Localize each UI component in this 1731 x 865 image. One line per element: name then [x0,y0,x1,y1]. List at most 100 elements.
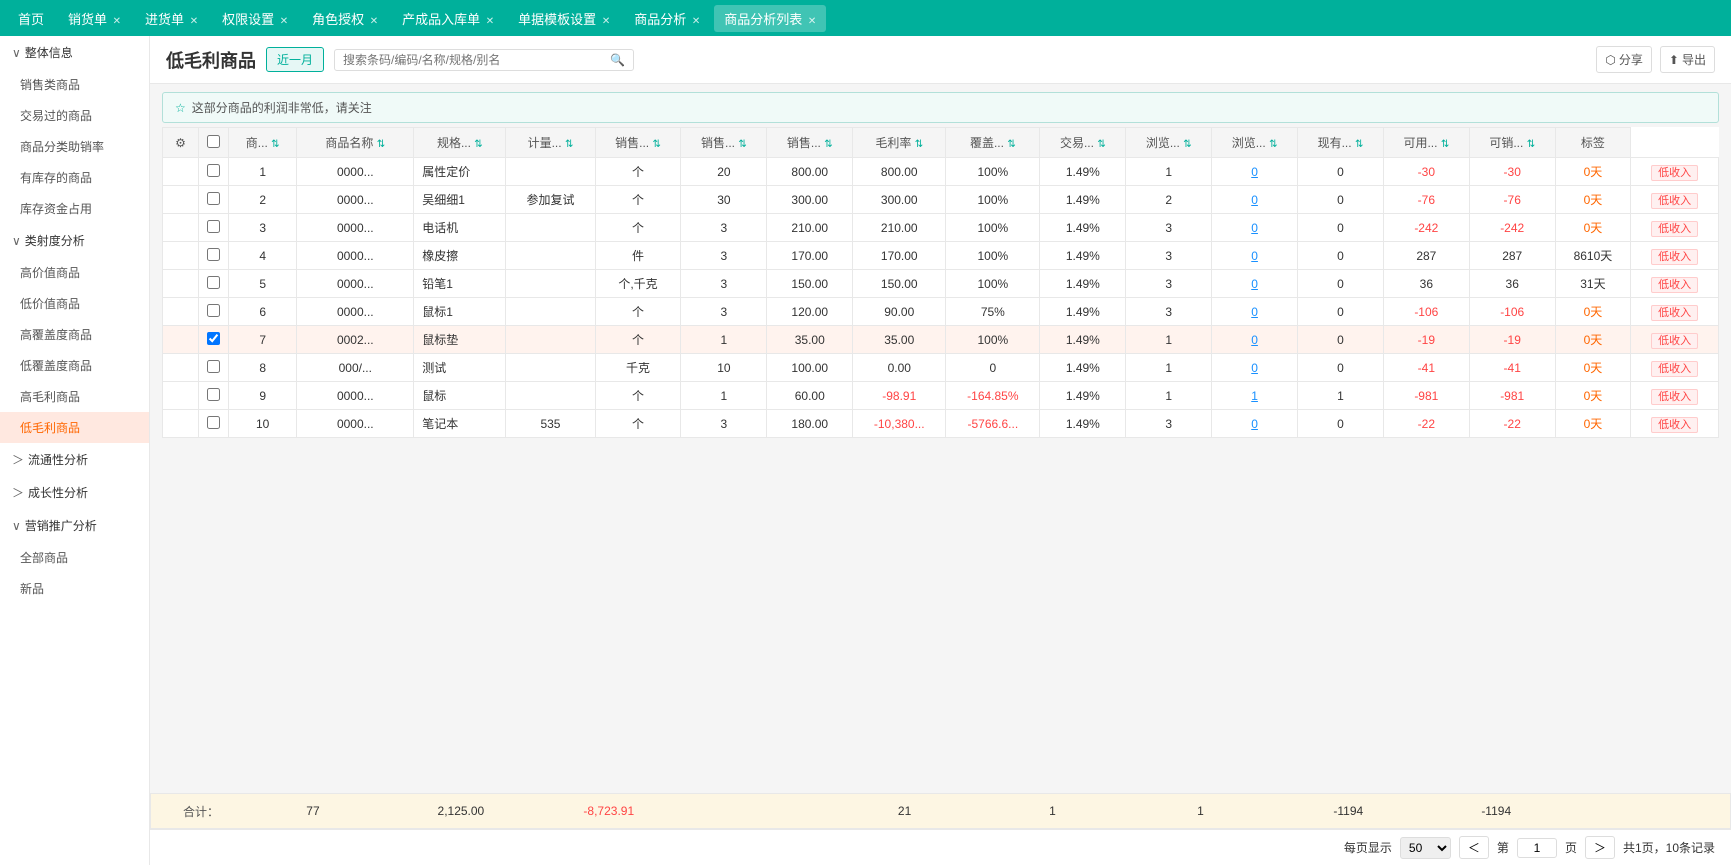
col-available[interactable]: 可用... ⇅ [1383,128,1469,158]
cell-browse1-2[interactable]: 0 [1212,214,1298,242]
export-button[interactable]: ⬆ 导出 [1660,46,1715,73]
cell-name-0[interactable]: 属性定价 [414,158,506,186]
prev-page-button[interactable]: ＜ [1459,836,1489,859]
cell-tag-3[interactable]: 低收入 [1631,242,1719,270]
nav-item-purchase[interactable]: 进货单 ✕ [135,5,208,32]
cell-checkbox-4[interactable] [199,270,229,298]
cell-tag-5[interactable]: 低收入 [1631,298,1719,326]
cell-name-2[interactable]: 电话机 [414,214,506,242]
search-icon[interactable]: 🔍 [610,53,625,67]
nav-close-sales[interactable]: ✕ [113,16,121,27]
nav-close-goods-analysis-list[interactable]: ✕ [808,16,816,27]
row-checkbox-5[interactable] [207,304,220,317]
col-sales-profit[interactable]: 销售... ⇅ [767,128,853,158]
cell-checkbox-3[interactable] [199,242,229,270]
cell-checkbox-5[interactable] [199,298,229,326]
cell-tag-7[interactable]: 低收入 [1631,354,1719,382]
search-input[interactable] [343,53,606,67]
nav-item-sales[interactable]: 销货单 ✕ [58,5,131,32]
cell-tag-2[interactable]: 低收入 [1631,214,1719,242]
cell-tag-9[interactable]: 低收入 [1631,410,1719,438]
cell-tag-6[interactable]: 低收入 [1631,326,1719,354]
page-size-select[interactable]: 50 100 200 [1400,837,1451,859]
row-checkbox-4[interactable] [207,276,220,289]
cell-name-7[interactable]: 测试 [414,354,506,382]
nav-close-purchase[interactable]: ✕ [190,16,198,27]
sidebar-item-low-value[interactable]: 低价值商品 [0,288,149,319]
col-settings[interactable]: ⚙ [163,128,199,158]
nav-close-role[interactable]: ✕ [370,16,378,27]
next-page-button[interactable]: ＞ [1585,836,1615,859]
col-current-stock[interactable]: 现有... ⇅ [1298,128,1384,158]
nav-item-product-warehouse[interactable]: 产成品入库单 ✕ [392,5,504,32]
row-checkbox-8[interactable] [207,388,220,401]
col-code[interactable]: 商... ⇅ [229,128,297,158]
sidebar-item-new-goods[interactable]: 新品 [0,573,149,604]
cell-tag-4[interactable]: 低收入 [1631,270,1719,298]
cell-checkbox-2[interactable] [199,214,229,242]
col-saleable[interactable]: 可销... ⇅ [1469,128,1555,158]
cell-checkbox-1[interactable] [199,186,229,214]
nav-close-product-warehouse[interactable]: ✕ [486,16,494,27]
row-checkbox-9[interactable] [207,416,220,429]
col-transaction[interactable]: 交易... ⇅ [1040,128,1126,158]
cell-browse1-6[interactable]: 0 [1212,326,1298,354]
cell-name-1[interactable]: 吴细细1 [414,186,506,214]
date-filter-button[interactable]: 近一月 [266,47,324,72]
cell-checkbox-8[interactable] [199,382,229,410]
cell-name-3[interactable]: 橡皮擦 [414,242,506,270]
cell-browse1-1[interactable]: 0 [1212,186,1298,214]
nav-item-goods-analysis[interactable]: 商品分析 ✕ [624,5,710,32]
sidebar-item-low-coverage[interactable]: 低覆盖度商品 [0,350,149,381]
cell-tag-1[interactable]: 低收入 [1631,186,1719,214]
col-browse1[interactable]: 浏览... ⇅ [1126,128,1212,158]
cell-browse1-9[interactable]: 0 [1212,410,1298,438]
sidebar-item-high-margin[interactable]: 高毛利商品 [0,381,149,412]
cell-browse1-5[interactable]: 0 [1212,298,1298,326]
table-wrapper[interactable]: ⚙ 商... ⇅ 商品名称 ⇅ 规格... ⇅ 计量... ⇅ 销售... ⇅ … [162,127,1719,793]
cell-browse1-0[interactable]: 0 [1212,158,1298,186]
sidebar-item-stock-fund[interactable]: 库存资金占用 [0,193,149,224]
row-checkbox-6[interactable] [207,332,220,345]
select-all-checkbox[interactable] [207,135,220,148]
col-checkbox[interactable] [199,128,229,158]
nav-close-permission[interactable]: ✕ [280,16,288,27]
cell-browse1-8[interactable]: 1 [1212,382,1298,410]
row-checkbox-7[interactable] [207,360,220,373]
sidebar-item-traded-goods[interactable]: 交易过的商品 [0,100,149,131]
col-coverage[interactable]: 覆盖... ⇅ [946,128,1040,158]
cell-name-4[interactable]: 铅笔1 [414,270,506,298]
sidebar-item-high-coverage[interactable]: 高覆盖度商品 [0,319,149,350]
sidebar-item-all-goods[interactable]: 全部商品 [0,542,149,573]
row-checkbox-3[interactable] [207,248,220,261]
cell-tag-0[interactable]: 低收入 [1631,158,1719,186]
col-sales-amount[interactable]: 销售... ⇅ [681,128,767,158]
col-browse2[interactable]: 浏览... ⇅ [1212,128,1298,158]
sidebar-group-growth[interactable]: ＞ 成长性分析 [0,476,149,509]
cell-name-8[interactable]: 鼠标 [414,382,506,410]
cell-checkbox-6[interactable] [199,326,229,354]
sidebar-group-flow[interactable]: ＞ 流通性分析 [0,443,149,476]
cell-tag-8[interactable]: 低收入 [1631,382,1719,410]
sidebar-group-marketing[interactable]: ∨ 营销推广分析 [0,509,149,542]
col-unit[interactable]: 计量... ⇅ [506,128,595,158]
nav-item-role[interactable]: 角色授权 ✕ [302,5,388,32]
col-spec[interactable]: 规格... ⇅ [414,128,506,158]
sidebar-group-class[interactable]: ∨ 类射度分析 [0,224,149,257]
cell-browse1-7[interactable]: 0 [1212,354,1298,382]
sidebar-item-sales-goods[interactable]: 销售类商品 [0,69,149,100]
cell-checkbox-0[interactable] [199,158,229,186]
nav-close-goods-analysis[interactable]: ✕ [692,16,700,27]
col-name[interactable]: 商品名称 ⇅ [297,128,414,158]
settings-icon[interactable]: ⚙ [175,136,186,150]
cell-browse1-4[interactable]: 0 [1212,270,1298,298]
col-gross-margin[interactable]: 毛利率 ⇅ [853,128,946,158]
nav-item-template[interactable]: 单据模板设置 ✕ [508,5,620,32]
sidebar-item-low-margin[interactable]: 低毛利商品 [0,412,149,443]
sidebar-item-stock-goods[interactable]: 有库存的商品 [0,162,149,193]
nav-item-goods-analysis-list[interactable]: 商品分析列表 ✕ [714,5,826,32]
sidebar-item-category-rate[interactable]: 商品分类助销率 [0,131,149,162]
cell-name-9[interactable]: 笔记本 [414,410,506,438]
cell-checkbox-9[interactable] [199,410,229,438]
row-checkbox-2[interactable] [207,220,220,233]
